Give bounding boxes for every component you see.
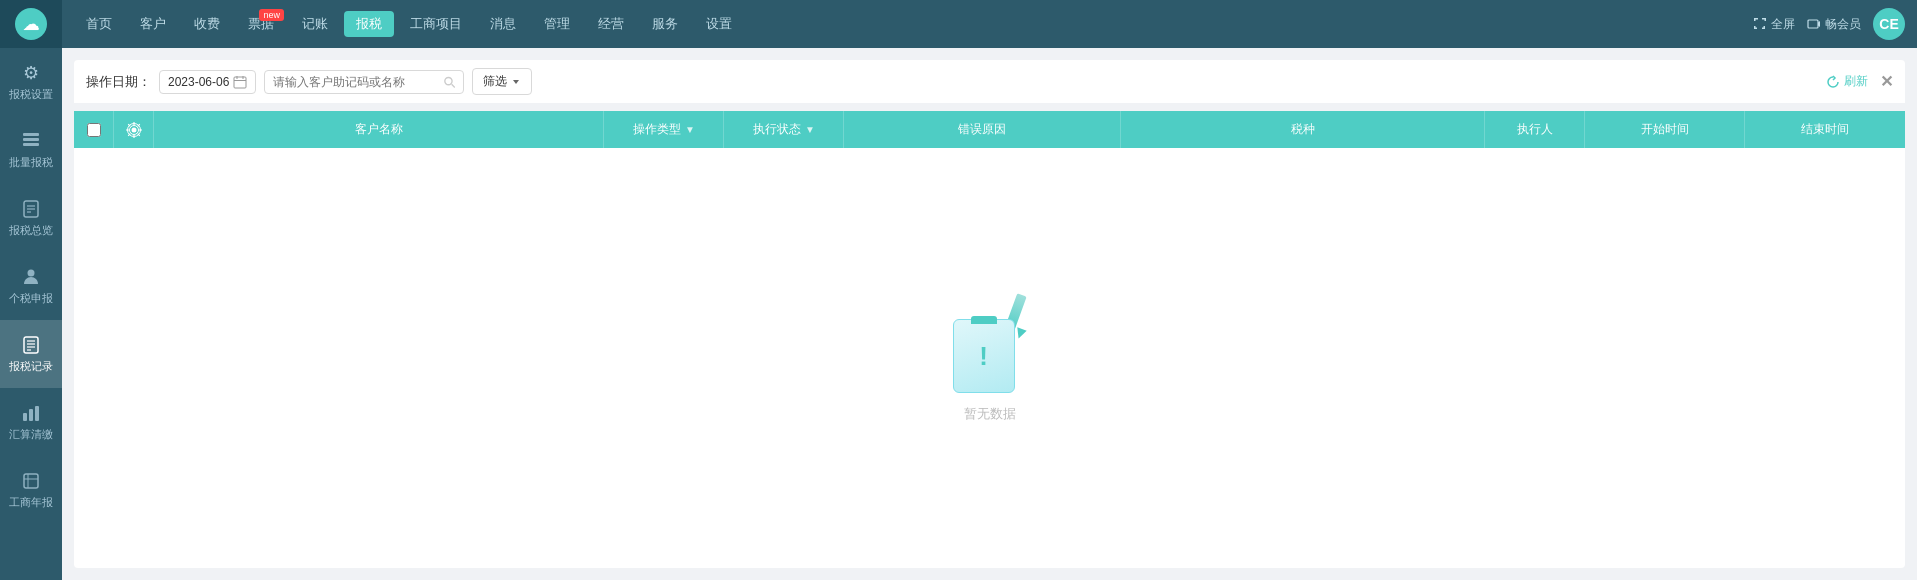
main-content: 首页 客户 收费 票据 new 记账 报税 工商项目 消息 管理 经营 [62, 0, 1917, 580]
sidebar-label-personal-tax: 个税申报 [9, 292, 53, 305]
topnav-right: 全屏 畅会员 CE [1753, 8, 1905, 40]
nav-customer[interactable]: 客户 [128, 11, 178, 37]
svg-point-26 [131, 127, 136, 132]
th-error-reason: 错误原因 [844, 111, 1121, 148]
empty-illustration: ! [945, 293, 1035, 393]
svg-rect-13 [23, 413, 27, 421]
empty-state: ! 暂无数据 [925, 273, 1055, 443]
th-gear[interactable] [114, 111, 154, 148]
filter-button[interactable]: 筛选 [472, 68, 532, 95]
fullscreen-icon [1753, 17, 1767, 31]
table-body: ! 暂无数据 [74, 148, 1905, 568]
nav-message[interactable]: 消息 [478, 11, 528, 37]
tax-summary-icon [20, 198, 42, 220]
svg-line-25 [451, 84, 454, 87]
svg-rect-20 [234, 77, 246, 88]
clipboard-body-icon: ! [953, 319, 1015, 393]
nav-invoice[interactable]: 票据 new [236, 11, 286, 37]
exclamation-icon: ! [979, 343, 988, 369]
nav-tax[interactable]: 报税 [344, 11, 394, 37]
svg-point-7 [28, 270, 35, 277]
sidebar: ☁ ⚙ 报税设置 批量报税 报税总览 [0, 0, 62, 580]
date-picker[interactable]: 2023-06-06 [159, 70, 256, 94]
clipboard-clip-icon [971, 316, 997, 324]
th-customer-name: 客户名称 [154, 111, 604, 148]
toolbar-right: 刷新 ✕ [1826, 72, 1893, 91]
sidebar-item-annual-report[interactable]: 工商年报 [0, 456, 62, 524]
nav-admin[interactable]: 管理 [532, 11, 582, 37]
personal-tax-icon [20, 266, 42, 288]
user-avatar[interactable]: CE [1873, 8, 1905, 40]
sidebar-item-tax-summary2[interactable]: 汇算清缴 [0, 388, 62, 456]
refresh-button[interactable]: 刷新 [1826, 73, 1868, 90]
refresh-icon [1826, 75, 1840, 89]
search-icon [443, 75, 456, 89]
fullscreen-button[interactable]: 全屏 [1753, 16, 1795, 33]
app-logo-icon: ☁ [15, 8, 47, 40]
filter-toolbar: 操作日期： 2023-06-06 筛选 [74, 60, 1905, 103]
nav-accounting[interactable]: 记账 [290, 11, 340, 37]
th-tax-type: 税种 [1121, 111, 1485, 148]
table-header: 客户名称 操作类型 ▼ 执行状态 ▼ 错误原因 税种 执行人 [74, 111, 1905, 148]
sidebar-item-tax-settings[interactable]: ⚙ 报税设置 [0, 48, 62, 116]
sidebar-label-annual-report: 工商年报 [9, 496, 53, 509]
th-exec-status[interactable]: 执行状态 ▼ [724, 111, 844, 148]
nav-billing[interactable]: 收费 [182, 11, 232, 37]
tax-clearance-icon [20, 402, 42, 424]
svg-point-24 [444, 77, 451, 84]
th-end-time: 结束时间 [1745, 111, 1905, 148]
search-box[interactable] [264, 70, 464, 94]
data-table: 客户名称 操作类型 ▼ 执行状态 ▼ 错误原因 税种 执行人 [74, 111, 1905, 568]
close-button[interactable]: ✕ [1880, 72, 1893, 91]
svg-rect-14 [29, 409, 33, 421]
sidebar-item-tax-records[interactable]: 报税记录 [0, 320, 62, 388]
member-button[interactable]: 畅会员 [1807, 16, 1861, 33]
sidebar-label-tax-summary: 报税总览 [9, 224, 53, 237]
sort-icon-op-type: ▼ [685, 124, 695, 135]
settings-icon [126, 122, 142, 138]
sidebar-label-tax-settings: 报税设置 [9, 88, 53, 101]
invoice-badge: new [259, 9, 284, 21]
sidebar-label-batch-tax: 批量报税 [9, 156, 53, 169]
empty-text: 暂无数据 [964, 405, 1016, 423]
sidebar-item-batch-tax[interactable]: 批量报税 [0, 116, 62, 184]
sidebar-label-tax-clearance: 汇算清缴 [9, 428, 53, 441]
svg-rect-15 [35, 406, 39, 421]
page-content: 操作日期： 2023-06-06 筛选 [62, 48, 1917, 580]
pencil-tip-icon [1013, 327, 1026, 340]
svg-rect-0 [23, 133, 39, 136]
select-all-checkbox[interactable] [87, 123, 101, 137]
video-icon [1807, 17, 1821, 31]
svg-rect-16 [24, 474, 38, 488]
batch-tax-icon [20, 130, 42, 152]
search-input[interactable] [273, 75, 438, 89]
sort-icon-exec-status: ▼ [805, 124, 815, 135]
sidebar-item-tax-summary[interactable]: 报税总览 [0, 184, 62, 252]
nav-settings[interactable]: 设置 [694, 11, 744, 37]
sidebar-item-personal-tax[interactable]: 个税申报 [0, 252, 62, 320]
date-label: 操作日期： [86, 73, 151, 91]
sidebar-logo[interactable]: ☁ [0, 0, 62, 48]
chevron-down-icon [511, 77, 521, 87]
svg-rect-8 [24, 337, 38, 353]
sidebar-label-tax-records: 报税记录 [9, 360, 53, 373]
nav-business[interactable]: 工商项目 [398, 11, 474, 37]
svg-rect-19 [1808, 20, 1818, 28]
svg-rect-2 [23, 143, 39, 146]
th-executor: 执行人 [1485, 111, 1585, 148]
tax-settings-icon: ⚙ [20, 62, 42, 84]
th-checkbox[interactable] [74, 111, 114, 148]
tax-records-icon [20, 334, 42, 356]
nav-service[interactable]: 服务 [640, 11, 690, 37]
nav-home[interactable]: 首页 [74, 11, 124, 37]
annual-report-icon [20, 470, 42, 492]
nav-finance[interactable]: 经营 [586, 11, 636, 37]
th-start-time: 开始时间 [1585, 111, 1745, 148]
th-op-type[interactable]: 操作类型 ▼ [604, 111, 724, 148]
svg-rect-1 [23, 138, 39, 141]
calendar-icon [233, 75, 247, 89]
top-navigation: 首页 客户 收费 票据 new 记账 报税 工商项目 消息 管理 经营 [62, 0, 1917, 48]
